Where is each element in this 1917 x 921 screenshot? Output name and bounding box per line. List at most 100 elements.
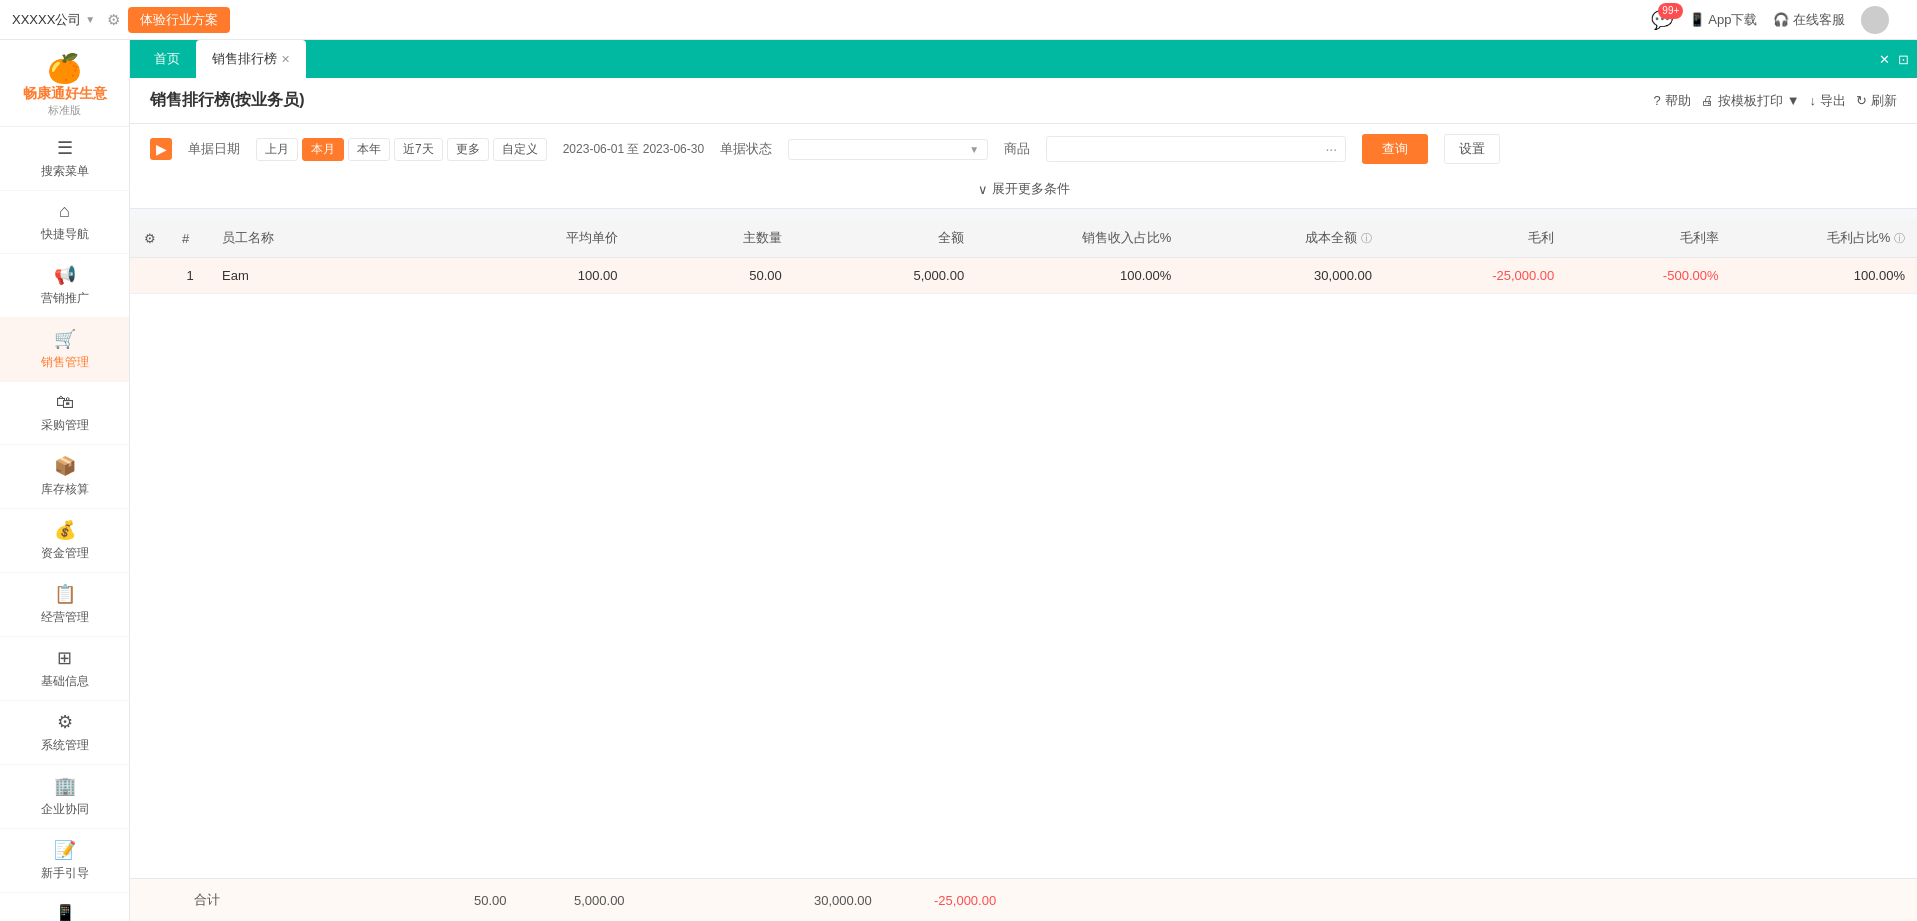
print-icon: 🖨 [1701,93,1714,108]
tab-maximize-icon[interactable]: ⊡ [1898,52,1909,67]
collab-icon: 🏢 [54,775,76,797]
company-selector[interactable]: XXXXX公司 ▼ [12,11,95,29]
footer-label: 合计 [182,889,362,911]
query-button[interactable]: 查询 [1362,134,1428,164]
sidebar-item-mgmt[interactable]: 📋 经营管理 [0,573,129,637]
main-layout: 🍊 畅康通好生意 标准版 ☰ 搜索菜单 ⌂ 快捷导航 📢 营销推广 🛒 销售管理… [0,40,1917,921]
footer-avg-price [362,898,462,902]
top-right-actions: 💬 99+ 📱 App下载 🎧 在线客服 [1651,6,1905,34]
col-cost-header: 成本全额 ⓘ [1183,219,1384,258]
date-label: 单据日期 [188,140,240,158]
sidebar-item-search[interactable]: ☰ 搜索菜单 [0,127,129,191]
home-icon: ⌂ [59,201,70,222]
guide-icon: 📝 [54,839,76,861]
date-btn-more[interactable]: 更多 [447,138,489,161]
status-select-arrow: ▼ [969,144,979,155]
page-title: 销售排行榜(按业务员) [150,90,305,123]
top-bar: XXXXX公司 ▼ ⚙ 体验行业方案 💬 99+ 📱 App下载 🎧 在线客服 [0,0,1917,40]
profit-pct-info-icon[interactable]: ⓘ [1894,232,1905,244]
row-profit-rate: -500.00% [1566,258,1730,294]
footer-profit-rate [1042,898,1162,902]
expand-down-icon: ∨ [978,182,988,197]
app-download-link[interactable]: 📱 App下载 [1689,11,1757,29]
table-row: 1 Eam 100.00 50.00 5,000.00 100.00% 30,0… [130,258,1917,294]
sidebar-item-apps[interactable]: 📱 应用中心 [0,893,129,921]
tab-bar: 首页 销售排行榜 ✕ ✕ ⊡ [130,40,1917,78]
cost-info-icon[interactable]: ⓘ [1361,232,1372,244]
status-label: 单据状态 [720,140,772,158]
tab-bar-actions: ✕ ⊡ [1879,52,1909,67]
footer-profit-pct [1162,898,1282,902]
sales-rank-table: ⚙ # 员工名称 平均单价 主数量 全额 销售收入占比% 成本全额 ⓘ [130,219,1917,294]
date-btn-this-month[interactable]: 本月 [302,138,344,161]
date-btn-7days[interactable]: 近7天 [394,138,443,161]
footer-cells: 合计 50.00 5,000.00 30,000.00 -25,000.00 [142,889,1905,911]
row-profit-pct: 100.00% [1731,258,1917,294]
message-badge: 99+ [1658,3,1683,19]
company-name: XXXXX公司 [12,11,81,29]
col-profit-header: 毛利 [1384,219,1566,258]
col-profit-rate-header: 毛利率 [1566,219,1730,258]
tab-sales-rank[interactable]: 销售排行榜 ✕ [196,40,306,78]
tab-close-icon[interactable]: ✕ [281,53,290,66]
refresh-icon: ↻ [1856,93,1867,108]
row-amount: 5,000.00 [794,258,976,294]
sidebar-item-nav[interactable]: ⌂ 快捷导航 [0,191,129,254]
trial-button[interactable]: 体验行业方案 [128,7,230,33]
online-service-link[interactable]: 🎧 在线客服 [1773,11,1845,29]
goods-more-icon[interactable]: ··· [1325,141,1337,157]
inventory-icon: 📦 [54,455,76,477]
sidebar: 🍊 畅康通好生意 标准版 ☰ 搜索菜单 ⌂ 快捷导航 📢 营销推广 🛒 销售管理… [0,40,130,921]
page-content: 销售排行榜(按业务员) ? 帮助 🖨 按模板打印 ▼ ↓ 导出 [130,78,1917,921]
sidebar-item-inventory[interactable]: 📦 库存核算 [0,445,129,509]
logo-text: 畅康通好生意 [23,85,107,103]
sidebar-item-purchase[interactable]: 🛍 采购管理 [0,382,129,445]
footer-spacer [142,898,182,902]
row-avg-price: 100.00 [465,258,629,294]
system-icon: ⚙ [57,711,73,733]
export-button[interactable]: ↓ 导出 [1810,92,1847,110]
date-btn-this-year[interactable]: 本年 [348,138,390,161]
col-sales-pct-header: 销售收入占比% [976,219,1183,258]
sidebar-item-basic[interactable]: ⊞ 基础信息 [0,637,129,701]
sidebar-item-sales[interactable]: 🛒 销售管理 [0,318,129,382]
basic-icon: ⊞ [57,647,72,669]
footer-profit: -25,000.00 [922,891,1042,910]
page-actions: ? 帮助 🖨 按模板打印 ▼ ↓ 导出 ↻ 刷新 [1653,92,1897,122]
status-select[interactable]: ▼ [788,139,988,160]
date-btn-prev-month[interactable]: 上月 [256,138,298,161]
sales-icon: 🛒 [54,328,76,350]
apps-icon: 📱 [54,903,76,921]
message-icon[interactable]: 💬 99+ [1651,9,1673,31]
sidebar-item-finance[interactable]: 💰 资金管理 [0,509,129,573]
col-qty-header: 主数量 [630,219,794,258]
goods-label: 商品 [1004,140,1030,158]
logo-sub: 标准版 [48,103,81,118]
col-settings-header[interactable]: ⚙ [130,219,170,258]
print-button[interactable]: 🖨 按模板打印 ▼ [1701,92,1800,110]
table-footer: 合计 50.00 5,000.00 30,000.00 -25,000.00 [130,878,1917,921]
avatar[interactable] [1861,6,1889,34]
row-profit: -25,000.00 [1384,258,1566,294]
refresh-button[interactable]: ↻ 刷新 [1856,92,1897,110]
sidebar-item-collab[interactable]: 🏢 企业协同 [0,765,129,829]
sidebar-item-marketing[interactable]: 📢 营销推广 [0,254,129,318]
expand-more-button[interactable]: ∨ 展开更多条件 [978,180,1070,198]
tab-home[interactable]: 首页 [138,40,196,78]
table-header-row: ⚙ # 员工名称 平均单价 主数量 全额 销售收入占比% 成本全额 ⓘ [130,219,1917,258]
marketing-icon: 📢 [54,264,76,286]
date-btn-custom[interactable]: 自定义 [493,138,547,161]
row-name: Eam [210,258,465,294]
date-shortcuts: 上月 本月 本年 近7天 更多 自定义 [256,138,547,161]
col-avg-price-header: 平均单价 [465,219,629,258]
sidebar-item-system[interactable]: ⚙ 系统管理 [0,701,129,765]
goods-input[interactable]: ··· [1046,136,1346,162]
tab-minimize-icon[interactable]: ✕ [1879,52,1890,67]
filter-collapse-button[interactable]: ▶ [150,138,172,160]
sidebar-item-guide[interactable]: 📝 新手引导 [0,829,129,893]
finance-icon: 💰 [54,519,76,541]
settings-icon[interactable]: ⚙ [107,11,120,29]
help-button[interactable]: ? 帮助 [1653,92,1690,110]
setting-button[interactable]: 设置 [1444,134,1500,164]
row-settings[interactable] [130,258,170,294]
